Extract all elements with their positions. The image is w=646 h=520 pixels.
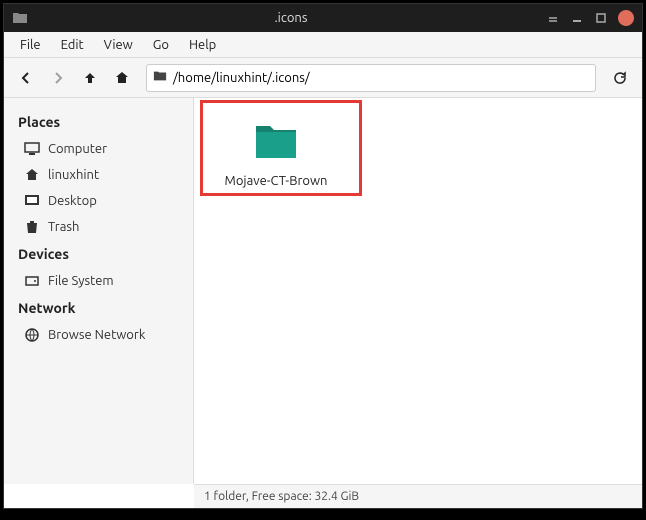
sidebar-item-computer[interactable]: Computer [4, 136, 193, 162]
sidebar-heading-places: Places [4, 108, 193, 136]
menu-file[interactable]: File [10, 35, 51, 55]
folder-label: Mojave-CT-Brown [225, 174, 328, 188]
home-button[interactable] [108, 64, 136, 92]
sidebar-item-label: Computer [48, 142, 107, 156]
sidebar-item-browse-network[interactable]: Browse Network [4, 322, 193, 348]
monitor-icon [24, 141, 40, 157]
sidebar-item-label: Browse Network [48, 328, 145, 342]
sidebar-heading-devices: Devices [4, 240, 193, 268]
main-view[interactable]: Mojave-CT-Brown [194, 98, 642, 484]
file-manager-window: .icons File Edit View Go Help [3, 3, 643, 509]
minimize-icon[interactable] [546, 11, 560, 25]
up-button[interactable] [76, 64, 104, 92]
folder-icon [153, 69, 167, 86]
folder-icon [12, 10, 28, 26]
sidebar-heading-network: Network [4, 294, 193, 322]
menubar: File Edit View Go Help [4, 32, 642, 58]
titlebar: .icons [4, 4, 642, 32]
menu-view[interactable]: View [94, 35, 143, 55]
sidebar-item-label: Desktop [48, 194, 97, 208]
back-button[interactable] [12, 64, 40, 92]
statusbar: 1 folder, Free space: 32.4 GiB [194, 484, 642, 508]
sidebar-item-filesystem[interactable]: File System [4, 268, 193, 294]
sidebar-item-trash[interactable]: Trash [4, 214, 193, 240]
status-text: 1 folder, Free space: 32.4 GiB [204, 490, 359, 503]
sidebar-item-desktop[interactable]: Desktop [4, 188, 193, 214]
sidebar-item-linuxhint[interactable]: linuxhint [4, 162, 193, 188]
sidebar-item-label: File System [48, 274, 114, 288]
folder-icon [252, 118, 300, 166]
folder-mojave-ct-brown[interactable]: Mojave-CT-Brown [206, 110, 346, 196]
toolbar: /home/linuxhint/.icons/ [4, 58, 642, 98]
path-input[interactable]: /home/linuxhint/.icons/ [146, 64, 596, 92]
desktop-icon [24, 193, 40, 209]
forward-button[interactable] [44, 64, 72, 92]
content-area: Places Computer linuxhint Desktop Trash … [4, 98, 642, 484]
minimize-button[interactable] [570, 11, 584, 25]
sidebar-item-label: linuxhint [48, 168, 99, 182]
close-button[interactable] [618, 10, 634, 26]
menu-go[interactable]: Go [143, 35, 179, 55]
menu-help[interactable]: Help [179, 35, 226, 55]
path-text: /home/linuxhint/.icons/ [173, 71, 310, 85]
drive-icon [24, 273, 40, 289]
network-icon [24, 327, 40, 343]
home-icon [24, 167, 40, 183]
sidebar: Places Computer linuxhint Desktop Trash … [4, 98, 194, 484]
maximize-button[interactable] [594, 11, 608, 25]
reload-button[interactable] [606, 64, 634, 92]
window-controls [546, 10, 634, 26]
trash-icon [24, 219, 40, 235]
menu-edit[interactable]: Edit [51, 35, 94, 55]
sidebar-item-label: Trash [48, 220, 79, 234]
window-title: .icons [36, 11, 546, 25]
